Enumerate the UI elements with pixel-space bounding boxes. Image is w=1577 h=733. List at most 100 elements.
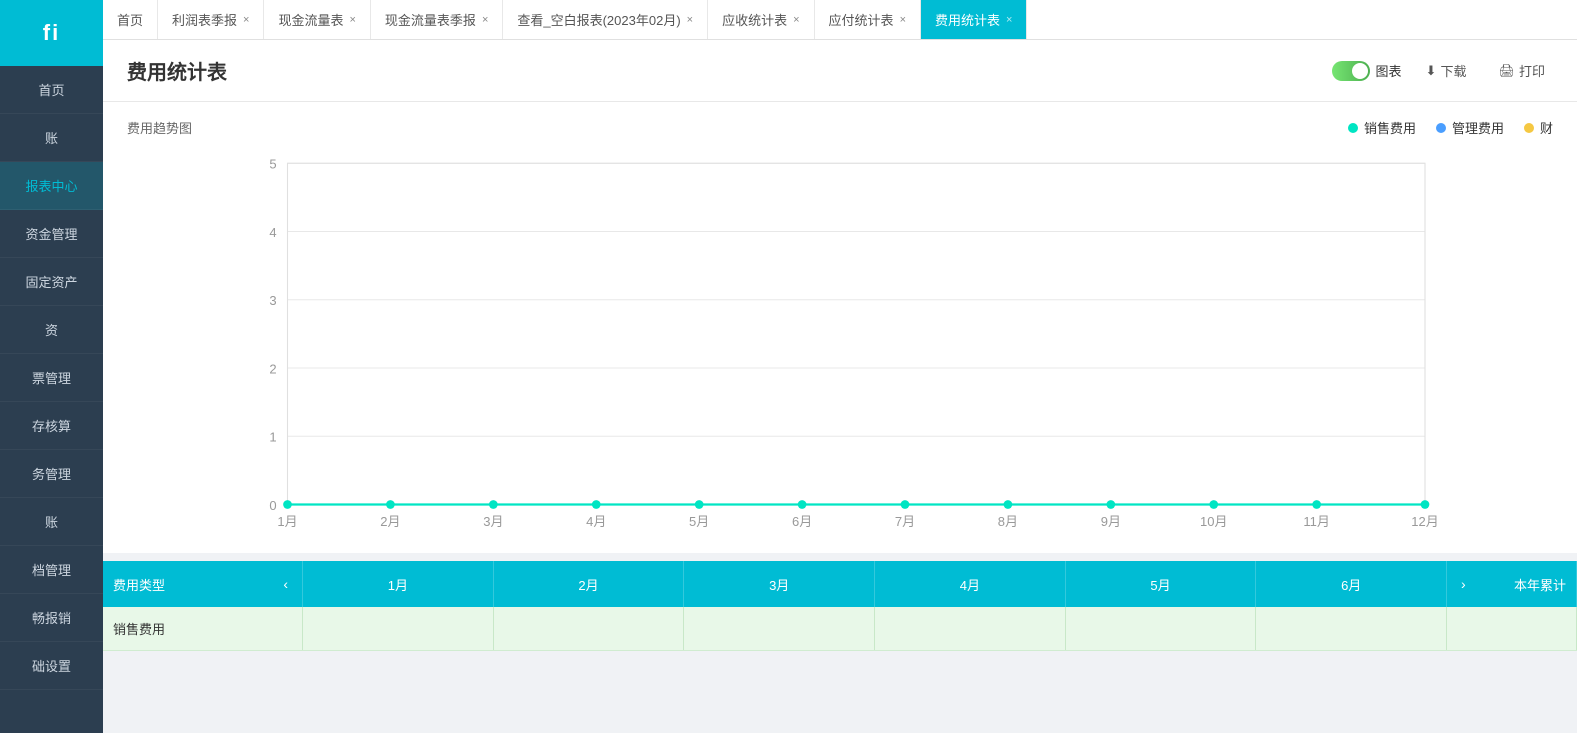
svg-text:0: 0 [269, 498, 276, 513]
toggle-track[interactable] [1332, 61, 1370, 81]
chart-header: 费用趋势图 销售费用 管理费用 财 [127, 118, 1553, 137]
th-nav-next[interactable]: › [1457, 576, 1470, 592]
td-sales-total [1447, 607, 1577, 650]
th-nav-prev[interactable]: ‹ [279, 576, 292, 592]
svg-text:3: 3 [269, 293, 276, 308]
chart-container: 5 4 3 2 1 0 [127, 147, 1553, 537]
tab-close-expense-stat[interactable]: × [1006, 14, 1012, 26]
tab-profit[interactable]: 利润表季报 × [158, 0, 264, 39]
tab-close-cashflow[interactable]: × [349, 14, 355, 26]
tab-close-ap[interactable]: × [900, 14, 906, 26]
svg-text:4月: 4月 [586, 514, 606, 529]
svg-text:5: 5 [269, 157, 276, 172]
toggle-thumb [1352, 63, 1368, 79]
tab-close-ar[interactable]: × [793, 14, 799, 26]
legend-label-finance: 财 [1540, 118, 1553, 137]
tab-blank-report[interactable]: 查看_空白报表(2023年02月) × [503, 0, 708, 39]
table-header-row: 费用类型 ‹ 1月 2月 3月 4月 5月 6月 › 本年累计 [103, 561, 1577, 607]
td-sales-m5 [1066, 607, 1257, 650]
td-sales-m1 [303, 607, 494, 650]
tab-cashflow[interactable]: 现金流量表 × [264, 0, 370, 39]
chart-title: 费用趋势图 [127, 118, 192, 137]
sidebar-item-inventory[interactable]: 存核算 [0, 402, 103, 450]
svg-text:11月: 11月 [1303, 514, 1330, 529]
sidebar-item-archive[interactable]: 档管理 [0, 546, 103, 594]
th-month-5: 5月 [1066, 561, 1257, 607]
svg-text:6月: 6月 [792, 514, 812, 529]
td-sales-m3 [684, 607, 875, 650]
th-month-4: 4月 [875, 561, 1066, 607]
th-type-label: 费用类型 [113, 575, 165, 594]
legend-label-sales: 销售费用 [1364, 118, 1416, 137]
tab-close-cashflow-q[interactable]: × [482, 14, 488, 26]
td-type-sales: 销售费用 [103, 607, 303, 650]
sidebar-item-ledger[interactable]: 账 [0, 114, 103, 162]
page-title: 费用统计表 [127, 56, 227, 85]
svg-text:1: 1 [269, 430, 276, 445]
chart-section: 费用趋势图 销售费用 管理费用 财 [103, 102, 1577, 553]
sidebar-item-expense[interactable]: 畅报销 [0, 594, 103, 642]
svg-text:7月: 7月 [895, 514, 915, 529]
th-month-2: 2月 [494, 561, 685, 607]
print-icon: 🖨 [1498, 63, 1515, 79]
sidebar: fi 首页 账 报表中心 资金管理 固定资产 资 票管理 存核算 务管理 账 档… [0, 0, 103, 733]
svg-text:1月: 1月 [277, 514, 297, 529]
sidebar-item-settings[interactable]: 础设置 [0, 642, 103, 690]
toggle-label: 图表 [1376, 61, 1402, 80]
tab-bar: 首页 利润表季报 × 现金流量表 × 现金流量表季报 × 查看_空白报表(202… [103, 0, 1577, 40]
sidebar-item-assets[interactable]: 固定资产 [0, 258, 103, 306]
header-actions: 图表 ⬇ 下载 🖨 打印 [1332, 57, 1553, 84]
td-sales-m4 [875, 607, 1066, 650]
chart-svg: 5 4 3 2 1 0 [127, 147, 1553, 537]
download-icon: ⬇ [1426, 63, 1437, 79]
legend-admin: 管理费用 [1436, 118, 1504, 137]
tab-close-profit[interactable]: × [243, 14, 249, 26]
legend-sales: 销售费用 [1348, 118, 1416, 137]
th-month-6: 6月 [1256, 561, 1447, 607]
tab-close-blank-report[interactable]: × [687, 14, 693, 26]
sidebar-item-service[interactable]: 务管理 [0, 450, 103, 498]
chart-toggle[interactable]: 图表 [1332, 61, 1402, 81]
svg-text:3月: 3月 [483, 514, 503, 529]
svg-text:2: 2 [269, 361, 276, 376]
legend-dot-finance [1524, 123, 1534, 133]
td-sales-m6 [1256, 607, 1447, 650]
svg-text:10月: 10月 [1200, 514, 1227, 529]
sidebar-item-capital[interactable]: 资 [0, 306, 103, 354]
legend-finance: 财 [1524, 118, 1553, 137]
legend-label-admin: 管理费用 [1452, 118, 1504, 137]
page-header: 费用统计表 图表 ⬇ 下载 🖨 打印 [103, 40, 1577, 102]
svg-text:2月: 2月 [380, 514, 400, 529]
td-sales-m2 [494, 607, 685, 650]
svg-text:4: 4 [269, 225, 276, 240]
main-area: 首页 利润表季报 × 现金流量表 × 现金流量表季报 × 查看_空白报表(202… [103, 0, 1577, 733]
sidebar-item-account[interactable]: 账 [0, 498, 103, 546]
table-row: 销售费用 [103, 607, 1577, 651]
svg-text:5月: 5月 [689, 514, 709, 529]
legend-dot-admin [1436, 123, 1446, 133]
tab-ar[interactable]: 应收统计表 × [708, 0, 814, 39]
print-button[interactable]: 🖨 打印 [1490, 57, 1553, 84]
th-type: 费用类型 ‹ [103, 561, 303, 607]
tab-cashflow-q[interactable]: 现金流量表季报 × [371, 0, 503, 39]
chart-legend: 销售费用 管理费用 财 [1348, 118, 1553, 137]
svg-text:12月: 12月 [1411, 514, 1438, 529]
legend-dot-sales [1348, 123, 1358, 133]
tab-ap[interactable]: 应付统计表 × [815, 0, 921, 39]
sidebar-item-funds[interactable]: 资金管理 [0, 210, 103, 258]
th-last-col: › 本年累计 [1447, 561, 1577, 607]
sidebar-item-reports[interactable]: 报表中心 [0, 162, 103, 210]
sidebar-item-home[interactable]: 首页 [0, 66, 103, 114]
download-button[interactable]: ⬇ 下载 [1418, 57, 1475, 84]
th-last-label: 本年累计 [1514, 575, 1566, 594]
th-month-3: 3月 [684, 561, 875, 607]
tab-home[interactable]: 首页 [103, 0, 158, 39]
table-section: 费用类型 ‹ 1月 2月 3月 4月 5月 6月 › 本年累计 销售费用 [103, 561, 1577, 651]
svg-text:8月: 8月 [998, 514, 1018, 529]
tab-expense-stat[interactable]: 费用统计表 × [921, 0, 1027, 39]
th-month-1: 1月 [303, 561, 494, 607]
page-content: 费用统计表 图表 ⬇ 下载 🖨 打印 [103, 40, 1577, 733]
svg-text:9月: 9月 [1101, 514, 1121, 529]
sidebar-item-invoices[interactable]: 票管理 [0, 354, 103, 402]
app-logo: fi [0, 0, 103, 66]
